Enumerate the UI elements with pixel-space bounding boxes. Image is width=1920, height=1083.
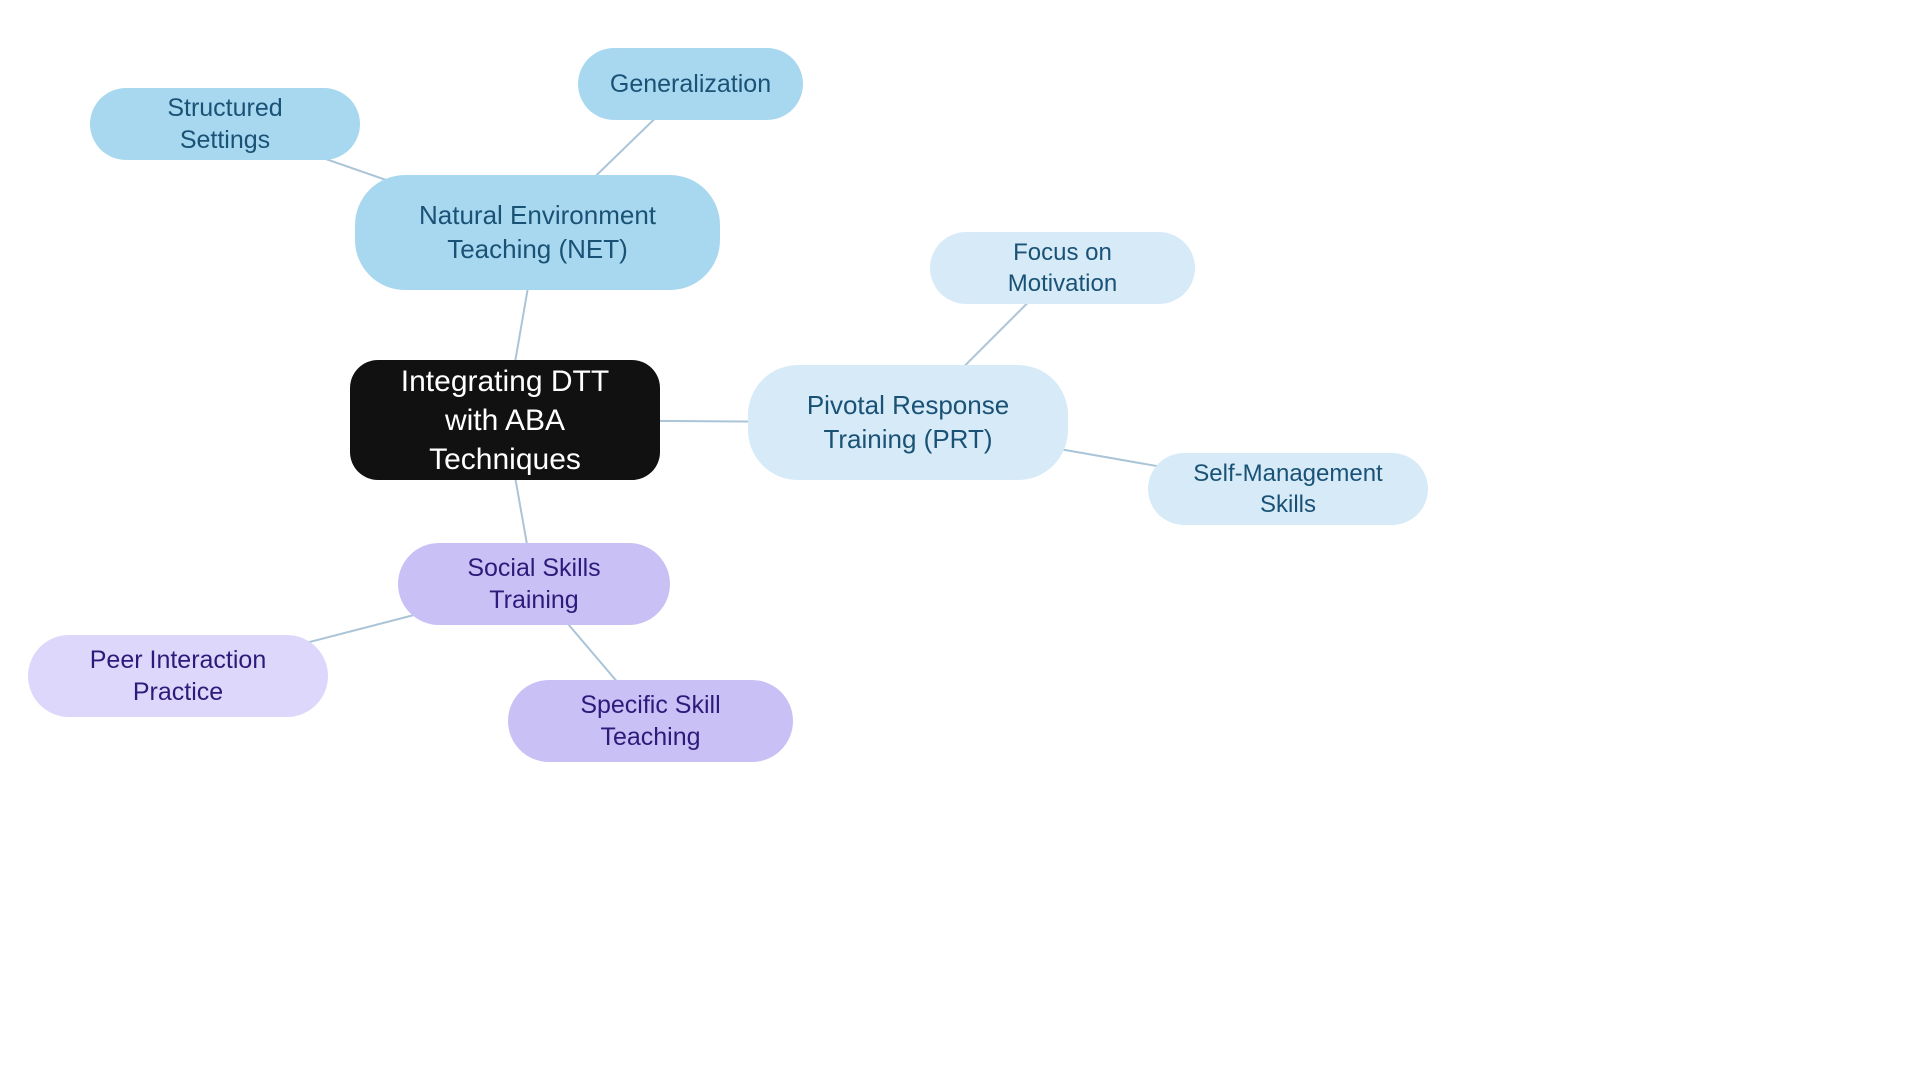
focus-motivation-node: Focus on Motivation <box>930 232 1195 304</box>
prt-node: Pivotal Response Training (PRT) <box>748 365 1068 480</box>
structured-settings-node: Structured Settings <box>90 88 360 160</box>
net-node: Natural Environment Teaching (NET) <box>355 175 720 290</box>
social-skills-node: Social Skills Training <box>398 543 670 625</box>
specific-skill-node: Specific Skill Teaching <box>508 680 793 762</box>
generalization-node: Generalization <box>578 48 803 120</box>
self-management-node: Self-Management Skills <box>1148 453 1428 525</box>
peer-interaction-node: Peer Interaction Practice <box>28 635 328 717</box>
center-node: Integrating DTT with ABA Techniques <box>350 360 660 480</box>
